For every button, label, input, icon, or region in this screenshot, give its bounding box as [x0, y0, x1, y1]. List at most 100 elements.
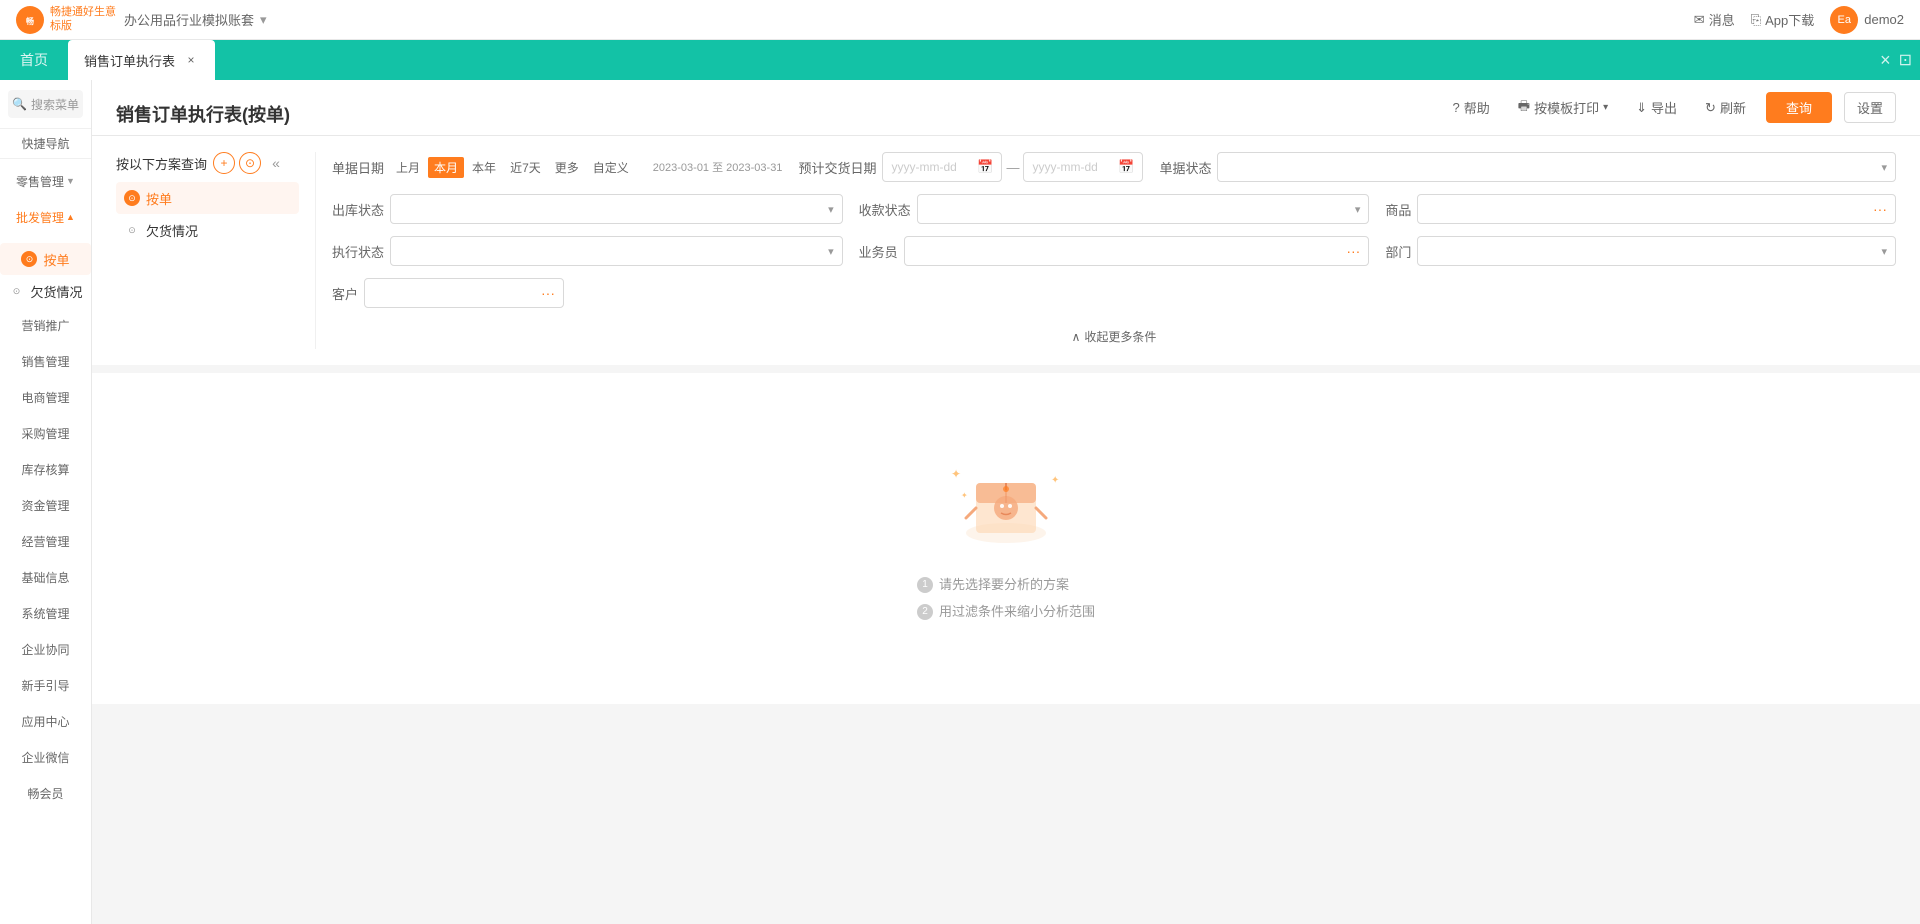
customer-field: 客户 ··· — [332, 278, 564, 308]
message-icon: ✉ — [1694, 12, 1705, 28]
filter-panel: 按以下方案查询 + ⊙ « ⊙ 按单 — [92, 136, 1920, 365]
goods-select[interactable]: ··· — [1417, 194, 1896, 224]
download-icon: ⎘ — [1751, 12, 1761, 28]
date-tab-custom[interactable]: 自定义 — [587, 157, 635, 178]
sidebar-item-retail[interactable]: 零售管理 ▼ — [0, 163, 91, 199]
filter-fields: 单据日期 上月 本月 本年 近7天 更多 自定义 2023-03-01 至 20… — [332, 152, 1896, 349]
sidebar-item-basic[interactable]: 基础信息 — [0, 559, 91, 595]
logo-area: 畅 畅捷通好生意 标版 — [16, 6, 116, 34]
salesperson-field: 业务员 ··· — [859, 236, 1370, 266]
filter-scheme-title: 按以下方案查询 + ⊙ « — [116, 152, 299, 174]
collapse-more-button[interactable]: ∧ 收起更多条件 — [332, 320, 1896, 349]
goods-ellipsis[interactable]: ··· — [1873, 201, 1887, 217]
search-menu-button[interactable]: 🔍 搜索菜单 — [8, 90, 83, 118]
bill-status-select[interactable]: ▾ — [1217, 152, 1896, 182]
tab-minimize-icon[interactable]: × — [1880, 50, 1891, 71]
sales-order-tab[interactable]: 销售订单执行表 × — [68, 40, 215, 80]
header-left: 畅 畅捷通好生意 标版 办公用品行业模拟账套 ▾ — [16, 6, 267, 34]
sidebar-item-enterprise[interactable]: 企业协同 — [0, 631, 91, 667]
expected-date-to[interactable]: yyyy-mm-dd 📅 — [1023, 152, 1143, 182]
bill-date-field: 单据日期 上月 本月 本年 近7天 更多 自定义 2023-03-01 至 20… — [332, 157, 782, 178]
scheme-debt-icon: ⊙ — [124, 222, 140, 238]
date-tab-more[interactable]: 更多 — [549, 157, 585, 178]
add-scheme-button[interactable]: + — [213, 152, 235, 174]
sidebar-item-member[interactable]: 畅会员 — [0, 775, 91, 811]
user-profile[interactable]: Ea demo2 — [1830, 6, 1904, 34]
export-button[interactable]: ⇓ 导出 — [1628, 94, 1685, 121]
shortcuts-label: 快捷导航 — [8, 135, 83, 152]
sidebar-item-marketing[interactable]: 营销推广 — [0, 307, 91, 343]
sidebar-item-wechat[interactable]: 企业微信 — [0, 739, 91, 775]
expected-date-from[interactable]: yyyy-mm-dd 📅 — [882, 152, 1002, 182]
delete-scheme-button[interactable]: ⊙ — [239, 152, 261, 174]
filter-row-2: 出库状态 ▾ 收款状态 ▾ 商品 — [332, 194, 1896, 224]
sidebar-item-ecommerce[interactable]: 电商管理 — [0, 379, 91, 415]
print-button[interactable]: 🖶 按模板打印 ▾ — [1510, 93, 1616, 123]
date-tab-last-month[interactable]: 上月 — [390, 157, 426, 178]
dept-arrow: ▾ — [1881, 245, 1887, 258]
filter-row-3: 执行状态 ▾ 业务员 ··· 部门 — [332, 236, 1896, 266]
receive-status-select[interactable]: ▾ — [917, 194, 1370, 224]
sidebar-item-system[interactable]: 系统管理 — [0, 595, 91, 631]
content-area: 销售订单执行表(按单) ? 帮助 🖶 按模板打印 ▾ ⇓ 导出 ↻ 刷新 — [92, 80, 1920, 924]
dept-select[interactable]: ▾ — [1417, 236, 1896, 266]
help-button[interactable]: ? 帮助 — [1445, 94, 1498, 121]
sidebar: 🔍 搜索菜单 快捷导航 零售管理 ▼ 批发管理 ▲ ⊙ 按单 — [0, 80, 92, 924]
empty-state: ✦ ✦ ✦ 1 请先选择要分析的方案 2 用过滤条件来缩小分析范围 — [92, 373, 1920, 704]
sidebar-sub-item-order[interactable]: ⊙ 按单 — [0, 243, 91, 275]
date-tabs: 上月 本月 本年 近7天 更多 自定义 — [390, 157, 635, 178]
date-tab-7days[interactable]: 近7天 — [504, 157, 547, 178]
header-right: ✉ 消息 ⎘ App下载 Ea demo2 — [1694, 6, 1904, 34]
exec-status-select[interactable]: ▾ — [390, 236, 843, 266]
sidebar-item-wholesale[interactable]: 批发管理 ▲ — [0, 199, 91, 235]
shortcuts-area: 快捷导航 — [0, 129, 91, 159]
sidebar-item-operations[interactable]: 经营管理 — [0, 523, 91, 559]
collapse-scheme-button[interactable]: « — [265, 152, 287, 174]
dept-field: 部门 ▾ — [1385, 236, 1896, 266]
home-tab[interactable]: 首页 — [0, 40, 68, 80]
filter-scheme-panel: 按以下方案查询 + ⊙ « ⊙ 按单 — [116, 152, 316, 349]
app-download-button[interactable]: ⎘ App下载 — [1751, 10, 1815, 29]
tab-maximize-icon[interactable]: ⊡ — [1899, 50, 1912, 70]
exec-status-arrow: ▾ — [828, 245, 834, 258]
customer-ellipsis[interactable]: ··· — [541, 285, 555, 301]
date-tab-this-month[interactable]: 本月 — [428, 157, 464, 178]
sidebar-search-area: 🔍 搜索菜单 — [0, 80, 91, 129]
svg-text:✦: ✦ — [951, 467, 961, 481]
sidebar-sub-item-debt[interactable]: ⊙ 欠货情况 — [0, 275, 91, 307]
sidebar-item-inventory[interactable]: 库存核算 — [0, 451, 91, 487]
scheme-item-order[interactable]: ⊙ 按单 — [116, 182, 299, 214]
settings-button[interactable]: 设置 — [1844, 92, 1896, 123]
tab-bar-actions: × ⊡ — [1880, 50, 1920, 71]
salesperson-ellipsis[interactable]: ··· — [1346, 243, 1360, 259]
scheme-list: ⊙ 按单 ⊙ 欠货情况 — [116, 182, 299, 246]
bill-status-field: 单据状态 ▾ — [1159, 152, 1896, 182]
breadcrumb[interactable]: 办公用品行业模拟账套 ▾ — [124, 10, 267, 29]
sidebar-item-sales[interactable]: 销售管理 — [0, 343, 91, 379]
salesperson-select[interactable]: ··· — [904, 236, 1370, 266]
tab-close-icon[interactable]: × — [183, 52, 199, 68]
goods-field: 商品 ··· — [1385, 194, 1896, 224]
scheme-item-debt[interactable]: ⊙ 欠货情况 — [116, 214, 299, 246]
sidebar-item-appstore[interactable]: 应用中心 — [0, 703, 91, 739]
customer-select[interactable]: ··· — [364, 278, 564, 308]
date-tab-this-year[interactable]: 本年 — [466, 157, 502, 178]
logo-icon: 畅 — [16, 6, 44, 34]
sidebar-item-finance[interactable]: 资金管理 — [0, 487, 91, 523]
search-icon: 🔍 — [12, 97, 27, 111]
sidebar-item-newbie[interactable]: 新手引导 — [0, 667, 91, 703]
expected-date-range: yyyy-mm-dd 📅 — yyyy-mm-dd 📅 — [882, 152, 1143, 182]
order-scheme-icon: ⊙ — [21, 251, 37, 267]
delete-icon: ⊙ — [245, 156, 255, 170]
tab-bar: 首页 销售订单执行表 × × ⊡ — [0, 40, 1920, 80]
filter-row-1: 单据日期 上月 本月 本年 近7天 更多 自定义 2023-03-01 至 20… — [332, 152, 1896, 182]
search-button[interactable]: 查询 — [1766, 92, 1832, 123]
refresh-button[interactable]: ↻ 刷新 — [1697, 94, 1754, 121]
help-icon: ? — [1453, 100, 1460, 115]
avatar: Ea — [1830, 6, 1858, 34]
out-status-select[interactable]: ▾ — [390, 194, 843, 224]
empty-line-1: 1 请先选择要分析的方案 — [917, 573, 1095, 596]
message-button[interactable]: ✉ 消息 — [1694, 10, 1735, 29]
main-layout: 🔍 搜索菜单 快捷导航 零售管理 ▼ 批发管理 ▲ ⊙ 按单 — [0, 80, 1920, 924]
sidebar-item-purchase[interactable]: 采购管理 — [0, 415, 91, 451]
